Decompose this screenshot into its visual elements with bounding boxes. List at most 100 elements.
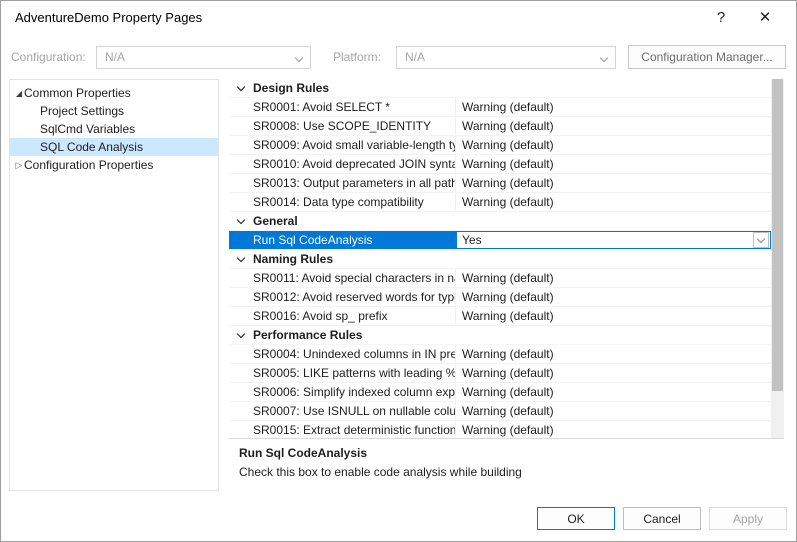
property-name: SR0008: Use SCOPE_IDENTITY [229, 117, 456, 135]
property-grid: Design Rules SR0001: Avoid SELECT * Warn… [229, 79, 784, 438]
tree-item-label: Project Settings [40, 104, 124, 118]
tree-panel: ◢ Common Properties Project Settings Sql… [9, 79, 219, 491]
property-row-sr0008[interactable]: SR0008: Use SCOPE_IDENTITY Warning (defa… [229, 117, 771, 136]
property-name: SR0004: Unindexed columns in IN predic [229, 345, 456, 363]
property-name: SR0014: Data type compatibility [229, 193, 456, 211]
group-header-design-rules[interactable]: Design Rules [229, 79, 771, 98]
property-row-sr0015[interactable]: SR0015: Extract deterministic function c… [229, 421, 771, 438]
property-row-sr0007[interactable]: SR0007: Use ISNULL on nullable column Wa… [229, 402, 771, 421]
property-name: SR0016: Avoid sp_ prefix [229, 307, 456, 325]
property-value: Warning (default) [456, 402, 771, 420]
tree-item-sql-code-analysis[interactable]: SQL Code Analysis [10, 138, 218, 156]
tree-item-project-settings[interactable]: Project Settings [10, 102, 218, 120]
platform-label: Platform: [333, 50, 396, 64]
property-pages-dialog: AdventureDemo Property Pages ? ✕ Configu… [0, 0, 797, 542]
tree-item-label: SQL Code Analysis [40, 140, 143, 154]
value-dropdown-button[interactable] [753, 232, 769, 248]
property-name: SR0013: Output parameters in all paths [229, 174, 456, 192]
property-name: SR0006: Simplify indexed column expres [229, 383, 456, 401]
group-label: Design Rules [253, 81, 329, 95]
property-value: Warning (default) [456, 98, 771, 116]
property-name: SR0009: Avoid small variable-length typ [229, 136, 456, 154]
property-value: Warning (default) [456, 174, 771, 192]
configuration-manager-button[interactable]: Configuration Manager... [628, 45, 786, 69]
property-value: Yes [462, 233, 482, 247]
tree-item-label: Configuration Properties [24, 158, 153, 172]
ok-button[interactable]: OK [537, 507, 615, 530]
tree-item-configuration-properties[interactable]: ▷ Configuration Properties [10, 156, 218, 174]
property-name: SR0005: LIKE patterns with leading % [229, 364, 456, 382]
group-label: Naming Rules [253, 252, 333, 266]
property-row-run-sql-codeanalysis[interactable]: Run Sql CodeAnalysis Yes [229, 231, 771, 250]
property-row-sr0009[interactable]: SR0009: Avoid small variable-length typ … [229, 136, 771, 155]
property-name: SR0007: Use ISNULL on nullable column [229, 402, 456, 420]
chevron-down-icon [757, 234, 765, 242]
property-row-sr0005[interactable]: SR0005: LIKE patterns with leading % War… [229, 364, 771, 383]
platform-select[interactable]: N/A [396, 46, 616, 69]
tree-item-common-properties[interactable]: ◢ Common Properties [10, 84, 218, 102]
titlebar: AdventureDemo Property Pages ? ✕ [1, 1, 796, 33]
collapse-chevron-icon [237, 329, 245, 337]
platform-value: N/A [405, 50, 425, 64]
property-value: Warning (default) [456, 288, 771, 306]
grid-scrollbar[interactable] [771, 79, 784, 438]
property-value: Warning (default) [456, 269, 771, 287]
group-header-performance-rules[interactable]: Performance Rules [229, 326, 771, 345]
expanded-arrow-icon[interactable]: ◢ [10, 89, 24, 98]
property-name: SR0011: Avoid special characters in nam [229, 269, 456, 287]
property-row-sr0013[interactable]: SR0013: Output parameters in all paths W… [229, 174, 771, 193]
tree-item-label: SqlCmd Variables [40, 122, 135, 136]
property-value: Warning (default) [456, 364, 771, 382]
property-name: SR0012: Avoid reserved words for type n [229, 288, 456, 306]
collapse-chevron-icon [237, 215, 245, 223]
window-title: AdventureDemo Property Pages [1, 10, 202, 25]
collapse-chevron-icon [237, 82, 245, 90]
chevron-down-icon [296, 50, 302, 64]
property-value: Warning (default) [456, 307, 771, 325]
property-value: Warning (default) [456, 421, 771, 438]
configuration-value: N/A [105, 50, 125, 64]
collapse-chevron-icon [237, 253, 245, 261]
configuration-bar: Configuration: N/A Platform: N/A Configu… [11, 45, 786, 69]
group-label: General [253, 214, 298, 228]
group-header-general[interactable]: General [229, 212, 771, 231]
property-row-sr0016[interactable]: SR0016: Avoid sp_ prefix Warning (defaul… [229, 307, 771, 326]
property-name: Run Sql CodeAnalysis [229, 231, 456, 249]
property-value: Warning (default) [456, 193, 771, 211]
right-pane: Design Rules SR0001: Avoid SELECT * Warn… [229, 79, 784, 491]
property-row-sr0011[interactable]: SR0011: Avoid special characters in nam … [229, 269, 771, 288]
property-row-sr0004[interactable]: SR0004: Unindexed columns in IN predic W… [229, 345, 771, 364]
description-title: Run Sql CodeAnalysis [239, 446, 774, 460]
property-name: SR0001: Avoid SELECT * [229, 98, 456, 116]
footer: OK Cancel Apply [537, 507, 787, 530]
property-value: Warning (default) [456, 345, 771, 363]
property-value: Warning (default) [456, 117, 771, 135]
tree-item-sqlcmd-variables[interactable]: SqlCmd Variables [10, 120, 218, 138]
scrollbar-thumb[interactable] [772, 79, 783, 391]
property-row-sr0001[interactable]: SR0001: Avoid SELECT * Warning (default) [229, 98, 771, 117]
property-row-sr0006[interactable]: SR0006: Simplify indexed column expres W… [229, 383, 771, 402]
close-button[interactable]: ✕ [750, 2, 780, 32]
group-header-naming-rules[interactable]: Naming Rules [229, 250, 771, 269]
description-text: Check this box to enable code analysis w… [239, 465, 774, 479]
configuration-select[interactable]: N/A [96, 46, 311, 69]
chevron-down-icon [601, 50, 607, 64]
property-name: SR0010: Avoid deprecated JOIN syntax [229, 155, 456, 173]
property-value: Warning (default) [456, 155, 771, 173]
apply-button[interactable]: Apply [709, 507, 787, 530]
collapsed-arrow-icon[interactable]: ▷ [10, 160, 24, 171]
window-buttons: ? ✕ [706, 2, 780, 32]
property-row-sr0012[interactable]: SR0012: Avoid reserved words for type n … [229, 288, 771, 307]
property-value: Warning (default) [456, 136, 771, 154]
property-value: Warning (default) [456, 383, 771, 401]
property-value-combo: Yes [456, 231, 771, 249]
group-label: Performance Rules [253, 328, 362, 342]
property-name: SR0015: Extract deterministic function c… [229, 421, 456, 438]
help-button[interactable]: ? [706, 2, 736, 32]
configuration-label: Configuration: [11, 50, 96, 64]
description-panel: Run Sql CodeAnalysis Check this box to e… [229, 438, 784, 491]
property-row-sr0010[interactable]: SR0010: Avoid deprecated JOIN syntax War… [229, 155, 771, 174]
cancel-button[interactable]: Cancel [623, 507, 701, 530]
property-row-sr0014[interactable]: SR0014: Data type compatibility Warning … [229, 193, 771, 212]
tree-item-label: Common Properties [24, 86, 131, 100]
